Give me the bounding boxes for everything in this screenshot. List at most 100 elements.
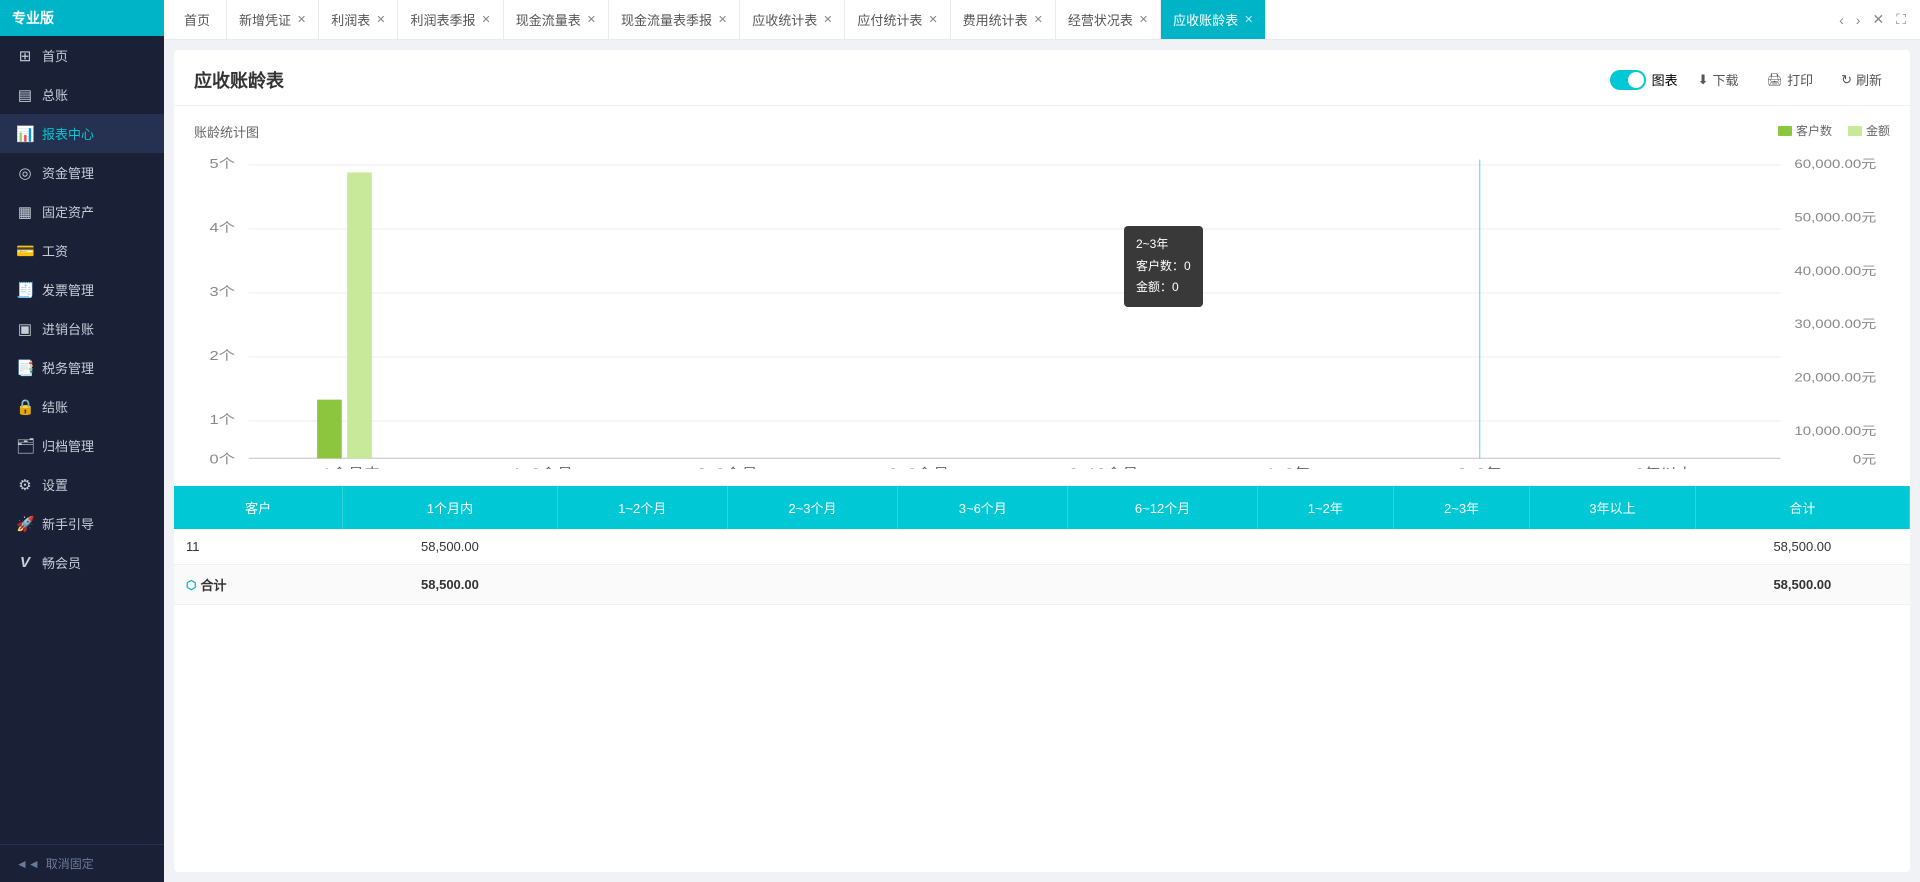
col-2y: 2~3年 [1393,486,1529,529]
tab-receivable-aging[interactable]: 应收账龄表 ✕ [1161,0,1266,39]
total-5m [1068,565,1257,605]
download-button[interactable]: ⬇ 下载 [1690,66,1747,93]
settings-icon: ⚙ [16,476,34,494]
svg-text:10,000.00元: 10,000.00元 [1794,424,1876,437]
close-tab-business-status[interactable]: ✕ [1139,13,1148,26]
header-actions: 图表 ⬇ 下载 🖨 打印 ↻ 刷新 [1610,66,1890,93]
svg-text:40,000.00元: 40,000.00元 [1794,264,1876,277]
tab-receivable-stats[interactable]: 应收统计表 ✕ [740,0,845,39]
aging-table: 客户 1个月内 1~2个月 2~3个月 3~6个月 6~12个月 1~2年 2~… [174,486,1910,605]
main-content: 首页 新增凭证 ✕ 利润表 ✕ 利润表季报 ✕ 现金流量表 ✕ 现金流量表季报 … [164,0,1920,882]
tab-business-status[interactable]: 经营状况表 ✕ [1056,0,1161,39]
sidebar-item-fund-management[interactable]: ◎ 资金管理 [0,153,164,192]
close-tab-cash-flow[interactable]: ✕ [587,13,596,26]
tab-profit-quarterly[interactable]: 利润表季报 ✕ [398,0,503,39]
sidebar-item-vip-label: 畅会员 [42,553,81,572]
close-tab-profit-quarterly[interactable]: ✕ [482,13,491,26]
legend-amount: 金额 [1848,122,1890,139]
close-tab-payable-stats[interactable]: ✕ [928,13,937,26]
sidebar-item-settlement[interactable]: 🔒 结账 [0,387,164,426]
sidebar-item-vip[interactable]: V 畅会员 [0,543,164,582]
archive-icon: 🗂 [16,437,34,455]
tab-expand-button[interactable]: ⛶ [1892,9,1910,30]
tab-profit[interactable]: 利润表 ✕ [319,0,398,39]
bar-1m-customers [317,400,342,459]
svg-text:0元: 0元 [1853,453,1876,466]
col-1y: 1~2年 [1257,486,1393,529]
print-icon: 🖨 [1767,72,1784,88]
tab-payable-stats[interactable]: 应付统计表 ✕ [845,0,950,39]
sidebar-item-invoice-label: 发票管理 [42,280,94,299]
sidebar-item-fund-management-label: 资金管理 [42,163,94,182]
sidebar-item-purchase-sales-label: 进销台账 [42,319,94,338]
cell-8m [1530,529,1696,565]
print-button[interactable]: 🖨 打印 [1759,66,1822,93]
legend-customers-label: 客户数 [1796,122,1832,139]
tab-cash-flow[interactable]: 现金流量表 ✕ [504,0,609,39]
sidebar-item-settings-label: 设置 [42,475,68,494]
page-content-area: 应收账龄表 图表 ⬇ 下载 🖨 打印 ↻ 刷新 [174,50,1910,872]
close-tab-profit[interactable]: ✕ [376,13,385,26]
legend-customers-color [1778,126,1792,136]
close-tab-new-voucher[interactable]: ✕ [297,13,306,26]
cell-customer: 11 [174,529,343,565]
sidebar: 专业版 ⊞ 首页 ▤ 总账 📊 报表中心 ◎ 资金管理 ▦ 固定资产 💳 工资 … [0,0,164,882]
sidebar-item-archive[interactable]: 🗂 归档管理 [0,426,164,465]
total-4m [898,565,1068,605]
svg-text:2~3年: 2~3年 [1458,466,1503,469]
svg-text:0个: 0个 [210,452,236,467]
tab-new-voucher[interactable]: 新增凭证 ✕ [227,0,319,39]
tax-icon: 📑 [16,359,34,377]
svg-text:1~2个月: 1~2个月 [512,466,573,469]
table-row: 11 58,500.00 58,500.00 [174,529,1910,565]
sidebar-item-home[interactable]: ⊞ 首页 [0,36,164,75]
col-customer: 客户 [174,486,343,529]
svg-text:50,000.00元: 50,000.00元 [1794,211,1876,224]
svg-text:1~2年: 1~2年 [1266,466,1311,469]
table-header-row: 客户 1个月内 1~2个月 2~3个月 3~6个月 6~12个月 1~2年 2~… [174,486,1910,529]
refresh-button[interactable]: ↻ 刷新 [1833,66,1890,93]
total-6m [1257,565,1393,605]
tab-close-all-button[interactable]: ✕ [1868,9,1888,30]
sidebar-item-purchase-sales[interactable]: ▣ 进销台账 [0,309,164,348]
sidebar-item-settlement-label: 结账 [42,397,68,416]
purchase-icon: ▣ [16,320,34,338]
tab-prev-button[interactable]: ‹ [1835,10,1848,30]
chart-toggle[interactable]: 图表 [1610,70,1678,90]
chart-title: 账龄统计图 [194,122,1890,141]
payroll-icon: 💳 [16,242,34,260]
sidebar-item-archive-label: 归档管理 [42,436,94,455]
tab-controls: ‹ › ✕ ⛶ [1829,9,1916,30]
svg-text:4个: 4个 [210,221,236,236]
fund-icon: ◎ [16,164,34,182]
sidebar-item-guide[interactable]: 🚀 新手引导 [0,504,164,543]
close-tab-receivable-stats[interactable]: ✕ [823,13,832,26]
total-icon: ⬡ [186,578,196,592]
close-tab-expense-stats[interactable]: ✕ [1034,13,1043,26]
toggle-label: 图表 [1652,70,1678,89]
sidebar-item-tax[interactable]: 📑 税务管理 [0,348,164,387]
tab-cash-flow-quarterly[interactable]: 现金流量表季报 ✕ [609,0,740,39]
sidebar-item-tax-label: 税务管理 [42,358,94,377]
svg-text:30,000.00元: 30,000.00元 [1794,318,1876,331]
close-tab-receivable-aging[interactable]: ✕ [1244,13,1253,26]
sidebar-item-payroll[interactable]: 💳 工资 [0,231,164,270]
svg-text:60,000.00元: 60,000.00元 [1794,158,1876,171]
close-tab-cash-flow-quarterly[interactable]: ✕ [718,13,727,26]
tab-home[interactable]: 首页 [168,0,227,39]
toggle-knob[interactable] [1610,70,1646,90]
sidebar-item-general-ledger[interactable]: ▤ 总账 [0,75,164,114]
sidebar-item-report-center-label: 报表中心 [42,124,94,143]
total-label-cell: ⬡ 合计 [174,565,343,605]
refresh-icon: ↻ [1841,72,1852,88]
sidebar-item-fixed-assets[interactable]: ▦ 固定资产 [0,192,164,231]
sidebar-item-invoice[interactable]: 🧾 发票管理 [0,270,164,309]
tab-next-button[interactable]: › [1852,10,1865,30]
svg-text:5个: 5个 [210,157,236,172]
sidebar-item-settings[interactable]: ⚙ 设置 [0,465,164,504]
collapse-sidebar-button[interactable]: ◄◄ 取消固定 [0,844,164,882]
tab-expense-stats[interactable]: 费用统计表 ✕ [951,0,1056,39]
ledger-icon: ▤ [16,86,34,104]
sidebar-item-report-center[interactable]: 📊 报表中心 [0,114,164,153]
col-total: 合计 [1695,486,1909,529]
